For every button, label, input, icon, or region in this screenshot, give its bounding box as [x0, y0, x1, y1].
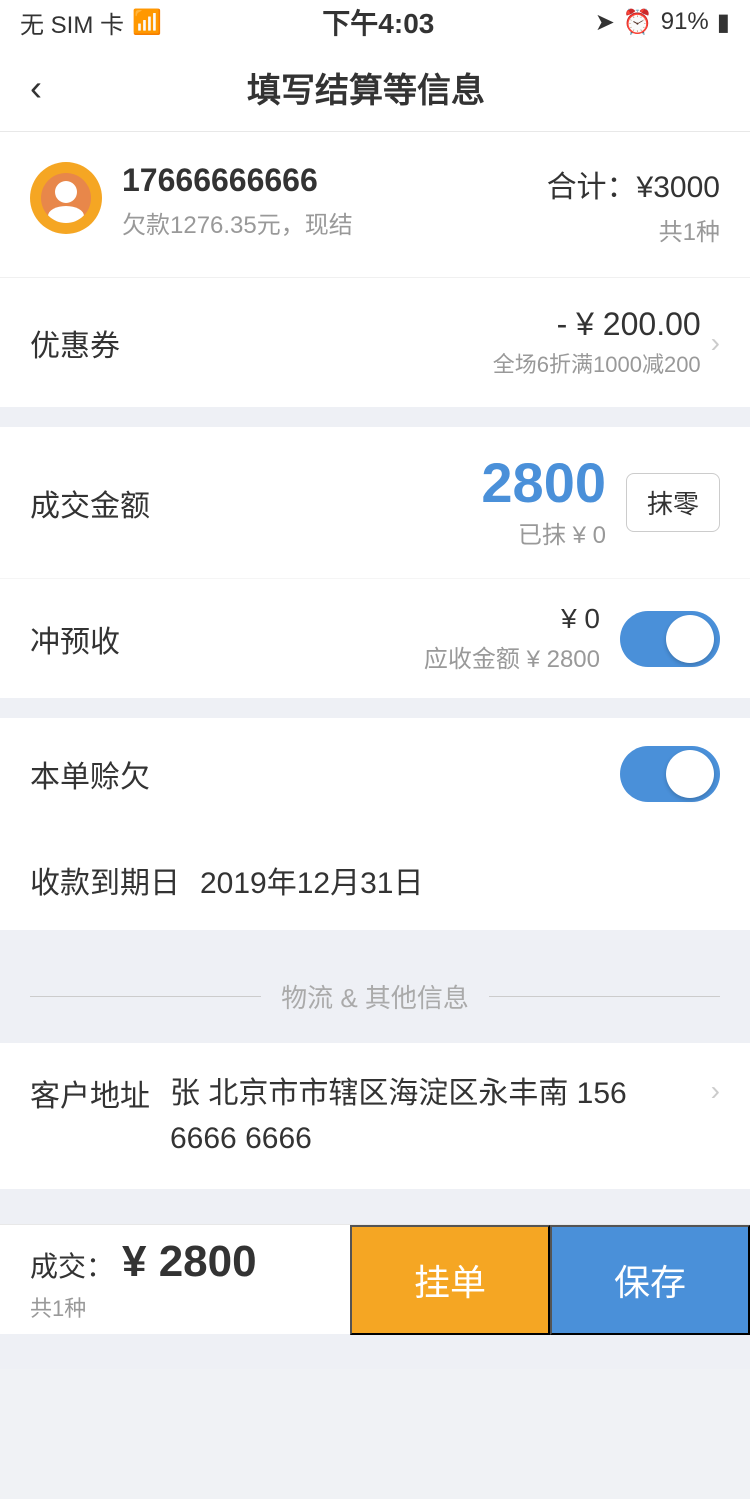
wifi-icon: 📶 — [132, 8, 162, 37]
battery-text: 91% — [661, 8, 709, 36]
coupon-discount: - ¥ 200.00 全场6折满1000减200 — [493, 306, 701, 379]
prepay-amount: ¥ 0 — [561, 603, 600, 635]
status-right: ➤ ⏰ 91% ▮ — [595, 8, 730, 37]
deal-amount-row: 成交金额 2800 已抹 ¥ 0 抹零 — [0, 427, 750, 578]
prepay-sub: 应收金额 ¥ 2800 — [424, 639, 600, 674]
prepay-row: 冲预收 ¥ 0 应收金额 ¥ 2800 — [0, 578, 750, 698]
bottom-bar: 成交： ¥ 2800 共1种 挂单 保存 — [0, 1224, 750, 1334]
due-date-label: 收款到期日 — [30, 858, 180, 902]
bottom-count: 共1种 — [30, 1291, 320, 1323]
toggle-circle — [666, 615, 714, 663]
amount-group: 2800 已抹 ¥ 0 — [481, 455, 606, 550]
back-button[interactable]: ‹ — [30, 57, 52, 119]
deal-amount-label: 成交金额 — [30, 481, 150, 525]
battery-icon: ▮ — [717, 8, 730, 37]
coupon-right: - ¥ 200.00 全场6折满1000减200 › — [493, 306, 720, 379]
coupon-amount: - ¥ 200.00 — [557, 306, 701, 343]
debt-row: 本单赊欠 — [0, 718, 750, 830]
due-date-row: 收款到期日 2019年12月31日 — [0, 830, 750, 930]
user-info-section: 17666666666 欠款1276.35元，现结 合计：¥3000 共1种 — [0, 132, 750, 277]
bottom-spacer — [0, 1369, 750, 1499]
location-icon: ➤ — [595, 8, 615, 37]
divider-line-left — [30, 996, 261, 997]
user-right: 合计：¥3000 共1种 — [547, 162, 720, 247]
nav-bar: ‹ 填写结算等信息 — [0, 44, 750, 132]
deal-sub-text: 已抹 ¥ 0 — [518, 515, 606, 550]
debt-right — [620, 746, 720, 802]
divider-line-right — [489, 996, 720, 997]
section-divider-1 — [0, 407, 750, 427]
deal-amount-right: 2800 已抹 ¥ 0 抹零 — [481, 455, 720, 550]
round-zero-button[interactable]: 抹零 — [626, 473, 720, 532]
prepay-amount-group: ¥ 0 应收金额 ¥ 2800 — [424, 603, 600, 674]
coupon-row[interactable]: 优惠券 - ¥ 200.00 全场6折满1000减200 › — [0, 277, 750, 407]
user-info: 17666666666 欠款1276.35元，现结 — [122, 162, 353, 240]
alarm-icon: ⏰ — [623, 8, 653, 37]
due-date-value: 2019年12月31日 — [200, 858, 423, 902]
debt-toggle-circle — [666, 750, 714, 798]
bottom-deal-label: 成交： — [30, 1245, 114, 1285]
user-desc: 欠款1276.35元，现结 — [122, 205, 353, 240]
status-bar: 无 SIM 卡 📶 下午4:03 ➤ ⏰ 91% ▮ — [0, 0, 750, 44]
page-title: 填写结算等信息 — [52, 63, 680, 112]
avatar-icon — [41, 173, 91, 223]
coupon-desc: 全场6折满1000减200 — [493, 347, 701, 379]
coupon-label: 优惠券 — [30, 321, 120, 365]
address-row[interactable]: 客户地址 张 北京市市辖区海淀区永丰南 156 6666 6666 › — [0, 1043, 750, 1189]
logistics-divider: 物流 & 其他信息 — [0, 950, 750, 1043]
debt-label: 本单赊欠 — [30, 752, 150, 796]
prepay-label: 冲预收 — [30, 617, 120, 661]
avatar — [30, 162, 102, 234]
hold-order-button[interactable]: 挂单 — [350, 1225, 550, 1335]
status-time: 下午4:03 — [322, 2, 434, 42]
sim-status: 无 SIM 卡 — [20, 5, 124, 40]
section-divider-2 — [0, 698, 750, 718]
bottom-info: 成交： ¥ 2800 共1种 — [0, 1237, 350, 1323]
user-left: 17666666666 欠款1276.35元，现结 — [30, 162, 353, 240]
address-value: 张 北京市市辖区海淀区永丰南 156 6666 6666 — [170, 1071, 701, 1161]
address-chevron-icon: › — [711, 1075, 720, 1107]
total-count: 共1种 — [547, 212, 720, 247]
coupon-chevron-icon: › — [711, 327, 720, 359]
user-phone: 17666666666 — [122, 162, 353, 199]
bottom-deal: 成交： ¥ 2800 — [30, 1237, 320, 1287]
prepay-right: ¥ 0 应收金额 ¥ 2800 — [424, 603, 720, 674]
user-row: 17666666666 欠款1276.35元，现结 合计：¥3000 共1种 — [30, 162, 720, 247]
logistics-label: 物流 & 其他信息 — [281, 978, 469, 1015]
section-divider-3 — [0, 930, 750, 950]
save-button[interactable]: 保存 — [550, 1225, 750, 1335]
bottom-deal-amount: ¥ 2800 — [122, 1237, 257, 1287]
address-label: 客户地址 — [30, 1071, 150, 1115]
total-amount: 合计：¥3000 — [547, 162, 720, 206]
status-left: 无 SIM 卡 📶 — [20, 5, 162, 40]
prepay-toggle[interactable] — [620, 611, 720, 667]
deal-amount-value: 2800 — [481, 455, 606, 511]
debt-toggle[interactable] — [620, 746, 720, 802]
